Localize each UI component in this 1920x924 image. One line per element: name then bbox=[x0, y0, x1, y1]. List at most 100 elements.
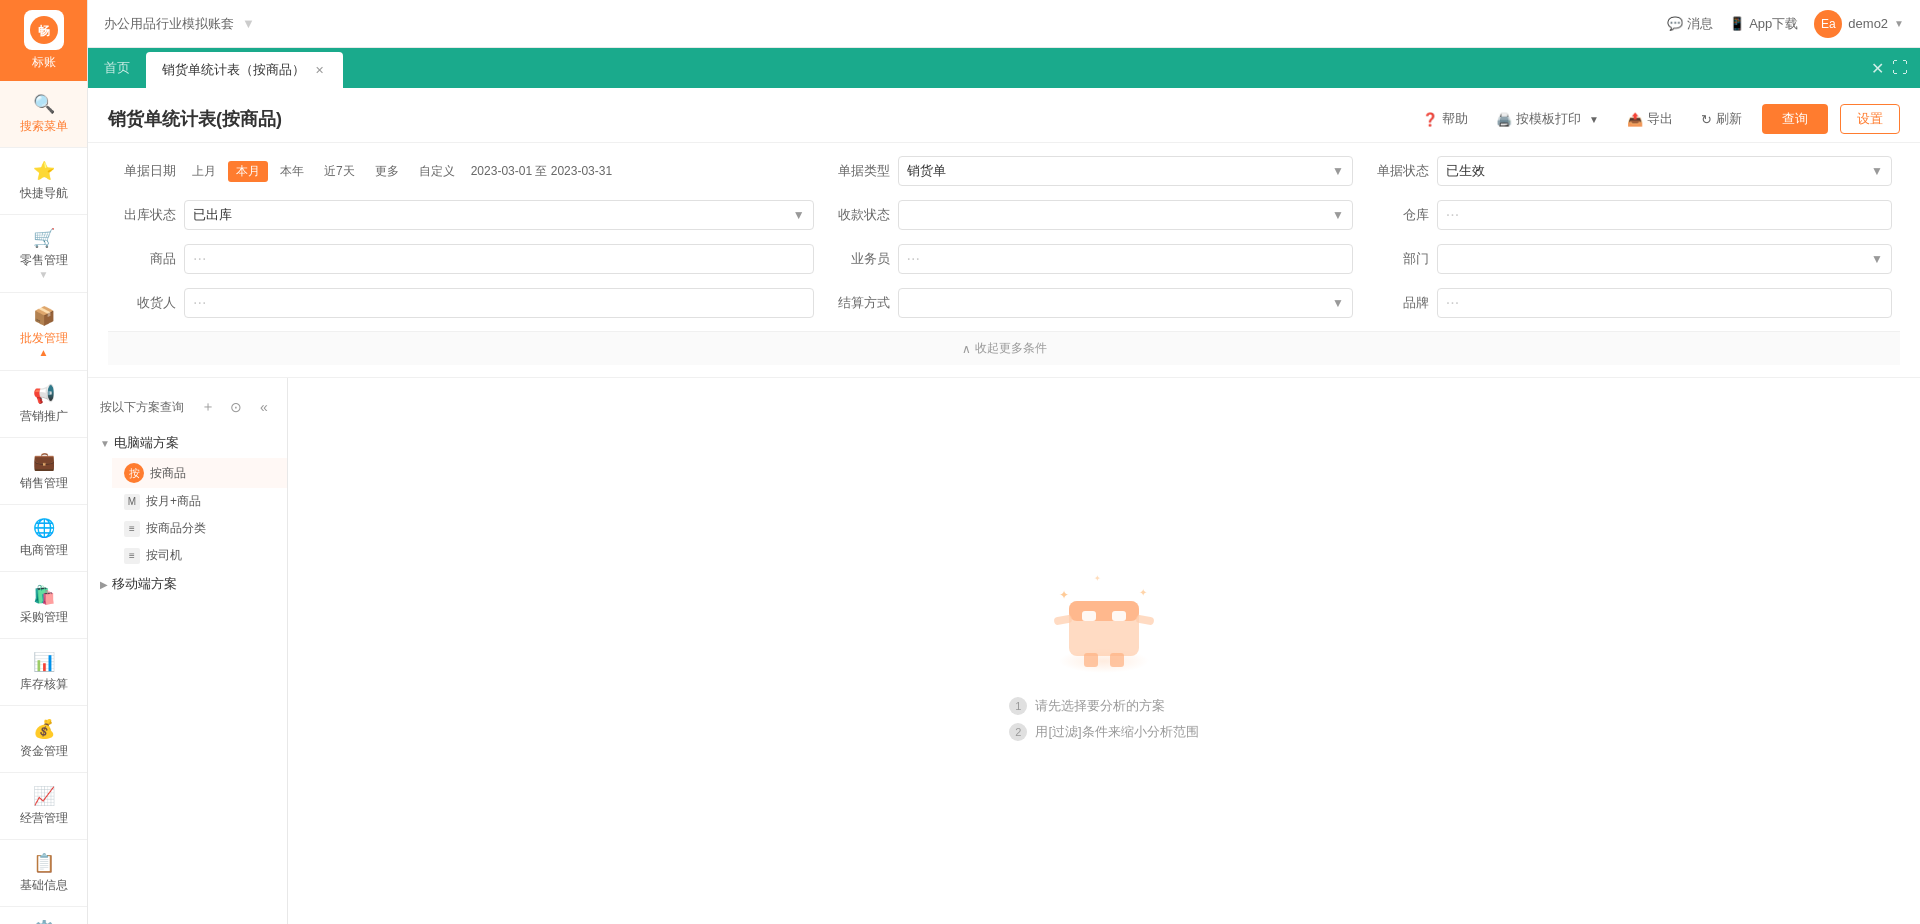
date-btn-last-month[interactable]: 上月 bbox=[184, 161, 224, 182]
ecommerce-icon: 🌐 bbox=[33, 517, 55, 539]
sidebar-item-sales[interactable]: 💼 销售管理 bbox=[0, 438, 87, 505]
filter-cell-salesman: 业务员 ··· bbox=[822, 243, 1361, 275]
messages-button[interactable]: 💬 消息 bbox=[1667, 15, 1713, 33]
payment-status-select[interactable]: ▼ bbox=[898, 200, 1353, 230]
tab-home[interactable]: 首页 bbox=[88, 48, 146, 88]
by-category-icon: ≡ bbox=[124, 521, 140, 537]
left-panel-collapse-button[interactable]: « bbox=[253, 396, 275, 418]
brand-input[interactable]: ··· bbox=[1437, 288, 1892, 318]
bill-type-chevron-icon: ▼ bbox=[1332, 164, 1344, 178]
search-icon: 🔍 bbox=[33, 93, 55, 115]
date-btn-more[interactable]: 更多 bbox=[367, 161, 407, 182]
date-range: 2023-03-01 至 2023-03-31 bbox=[471, 163, 612, 180]
sidebar-item-purchase[interactable]: 🛍️ 采购管理 bbox=[0, 572, 87, 639]
tip-num-2: 2 bbox=[1009, 723, 1027, 741]
sidebar-item-operation[interactable]: 📈 经营管理 bbox=[0, 773, 87, 840]
date-btn-7days[interactable]: 近7天 bbox=[316, 161, 363, 182]
recipient-dots[interactable]: ··· bbox=[193, 294, 206, 312]
sidebar-item-inventory[interactable]: 📊 库存核算 bbox=[0, 639, 87, 706]
empty-illustration: ✦ ✦ ✦ bbox=[1044, 561, 1164, 681]
tab-close-button[interactable]: ✕ bbox=[311, 62, 327, 78]
goods-input[interactable]: ··· bbox=[184, 244, 814, 274]
user-chevron-icon: ▼ bbox=[1894, 18, 1904, 29]
page-header: 销货单统计表(按商品) ❓ 帮助 🖨️ 按模板打印 ▼ 📤 导出 bbox=[88, 88, 1920, 143]
topbar-right: 💬 消息 📱 App下载 Ea demo2 ▼ bbox=[1667, 10, 1904, 38]
purchase-icon: 🛍️ bbox=[33, 584, 55, 606]
message-icon: 💬 bbox=[1667, 16, 1683, 31]
sidebar-item-basic[interactable]: 📋 基础信息 bbox=[0, 840, 87, 907]
svg-text:✦: ✦ bbox=[1094, 574, 1101, 583]
tree-item-by-product[interactable]: 按 按商品 bbox=[112, 458, 287, 488]
filter-cell-warehouse-status: 出库状态 已出库 ▼ bbox=[108, 199, 822, 231]
date-btn-this-year[interactable]: 本年 bbox=[272, 161, 312, 182]
operation-icon: 📈 bbox=[33, 785, 55, 807]
sidebar-item-wholesale[interactable]: 📦 批发管理 ▲ bbox=[0, 293, 87, 371]
export-button[interactable]: 📤 导出 bbox=[1619, 106, 1681, 132]
tab-close-all-button[interactable]: ✕ bbox=[1871, 59, 1884, 78]
download-icon: 📱 bbox=[1729, 16, 1745, 31]
help-icon: ❓ bbox=[1422, 112, 1438, 127]
tab-maximize-button[interactable]: ⛶ bbox=[1892, 59, 1908, 77]
tree-section-mobile[interactable]: ▶ 移动端方案 bbox=[88, 569, 287, 599]
warehouse-status-select[interactable]: 已出库 ▼ bbox=[184, 200, 814, 230]
empty-state: ✦ ✦ ✦ 1 请先选择要分析的方案 2 用[过滤]条件来缩小分析范围 bbox=[288, 378, 1920, 924]
mobile-arrow-icon: ▶ bbox=[100, 579, 108, 590]
warehouse-input[interactable]: ··· bbox=[1437, 200, 1892, 230]
print-button[interactable]: 🖨️ 按模板打印 ▼ bbox=[1488, 106, 1607, 132]
goods-dots[interactable]: ··· bbox=[193, 250, 206, 268]
sidebar-item-finance[interactable]: 💰 资金管理 bbox=[0, 706, 87, 773]
logo-text: 标账 bbox=[32, 54, 56, 71]
left-panel-add-button[interactable]: ＋ bbox=[197, 396, 219, 418]
filter-row-1: 单据日期 上月 本月 本年 近7天 更多 自定义 2023-03-01 至 20… bbox=[108, 155, 1900, 187]
tree-section-pc[interactable]: ▼ 电脑端方案 bbox=[88, 428, 287, 458]
help-button[interactable]: ❓ 帮助 bbox=[1414, 106, 1476, 132]
svg-rect-5 bbox=[1082, 611, 1096, 621]
left-panel-settings-button[interactable]: ⊙ bbox=[225, 396, 247, 418]
sidebar-item-search[interactable]: 🔍 搜索菜单 bbox=[0, 81, 87, 148]
collapse-label: 收起更多条件 bbox=[975, 340, 1047, 357]
user-menu[interactable]: Ea demo2 ▼ bbox=[1814, 10, 1904, 38]
query-button[interactable]: 查询 bbox=[1762, 104, 1828, 134]
empty-tips: 1 请先选择要分析的方案 2 用[过滤]条件来缩小分析范围 bbox=[1009, 697, 1198, 741]
bill-type-select[interactable]: 销货单 ▼ bbox=[898, 156, 1353, 186]
warehouse-dots[interactable]: ··· bbox=[1446, 206, 1459, 224]
tree-item-by-category[interactable]: ≡ 按商品分类 bbox=[112, 515, 287, 542]
settings-button[interactable]: 设置 bbox=[1840, 104, 1900, 134]
breadcrumb-arrow: ▼ bbox=[242, 16, 255, 31]
tree-item-by-warehouse[interactable]: ≡ 按司机 bbox=[112, 542, 287, 569]
sidebar-item-ecommerce[interactable]: 🌐 电商管理 bbox=[0, 505, 87, 572]
date-btn-this-month[interactable]: 本月 bbox=[228, 161, 268, 182]
logo-area[interactable]: 畅 标账 bbox=[0, 0, 87, 81]
filter-cell-brand: 品牌 ··· bbox=[1361, 287, 1900, 319]
refresh-button[interactable]: ↻ 刷新 bbox=[1693, 106, 1750, 132]
sidebar-item-marketing[interactable]: 📢 营销推广 bbox=[0, 371, 87, 438]
department-select[interactable]: ▼ bbox=[1437, 244, 1892, 274]
tip-num-1: 1 bbox=[1009, 697, 1027, 715]
tab-sales-stats[interactable]: 销货单统计表（按商品） ✕ bbox=[146, 52, 343, 88]
bill-status-chevron-icon: ▼ bbox=[1871, 164, 1883, 178]
salesman-dots[interactable]: ··· bbox=[907, 250, 920, 268]
collapse-bar[interactable]: ∧ 收起更多条件 bbox=[108, 331, 1900, 365]
date-btn-custom[interactable]: 自定义 bbox=[411, 161, 463, 182]
bill-status-select[interactable]: 已生效 ▼ bbox=[1437, 156, 1892, 186]
tree-item-by-month-product[interactable]: M 按月+商品 bbox=[112, 488, 287, 515]
by-month-product-icon: M bbox=[124, 494, 140, 510]
inventory-icon: 📊 bbox=[33, 651, 55, 673]
svg-text:✦: ✦ bbox=[1139, 587, 1147, 598]
payment-status-chevron-icon: ▼ bbox=[1332, 208, 1344, 222]
recipient-input[interactable]: ··· bbox=[184, 288, 814, 318]
brand-dots[interactable]: ··· bbox=[1446, 294, 1459, 312]
app-download-button[interactable]: 📱 App下载 bbox=[1729, 15, 1798, 33]
salesman-input[interactable]: ··· bbox=[898, 244, 1353, 274]
settlement-select[interactable]: ▼ bbox=[898, 288, 1353, 318]
sidebar-item-retail[interactable]: 🛒 零售管理 ▼ bbox=[0, 215, 87, 293]
basic-icon: 📋 bbox=[33, 852, 55, 874]
sidebar-item-system[interactable]: ⚙️ 系统管理 bbox=[0, 907, 87, 924]
filter-cell-bill-status: 单据状态 已生效 ▼ bbox=[1361, 155, 1900, 187]
filter-cell-warehouse: 仓库 ··· bbox=[1361, 199, 1900, 231]
payment-status-label: 收款状态 bbox=[830, 206, 890, 224]
sidebar-item-quick[interactable]: ⭐ 快捷导航 bbox=[0, 148, 87, 215]
filter-cell-recipient: 收货人 ··· bbox=[108, 287, 822, 319]
topbar-left: 办公用品行业模拟账套 ▼ bbox=[104, 15, 1655, 33]
bill-type-value: 销货单 bbox=[907, 162, 946, 180]
